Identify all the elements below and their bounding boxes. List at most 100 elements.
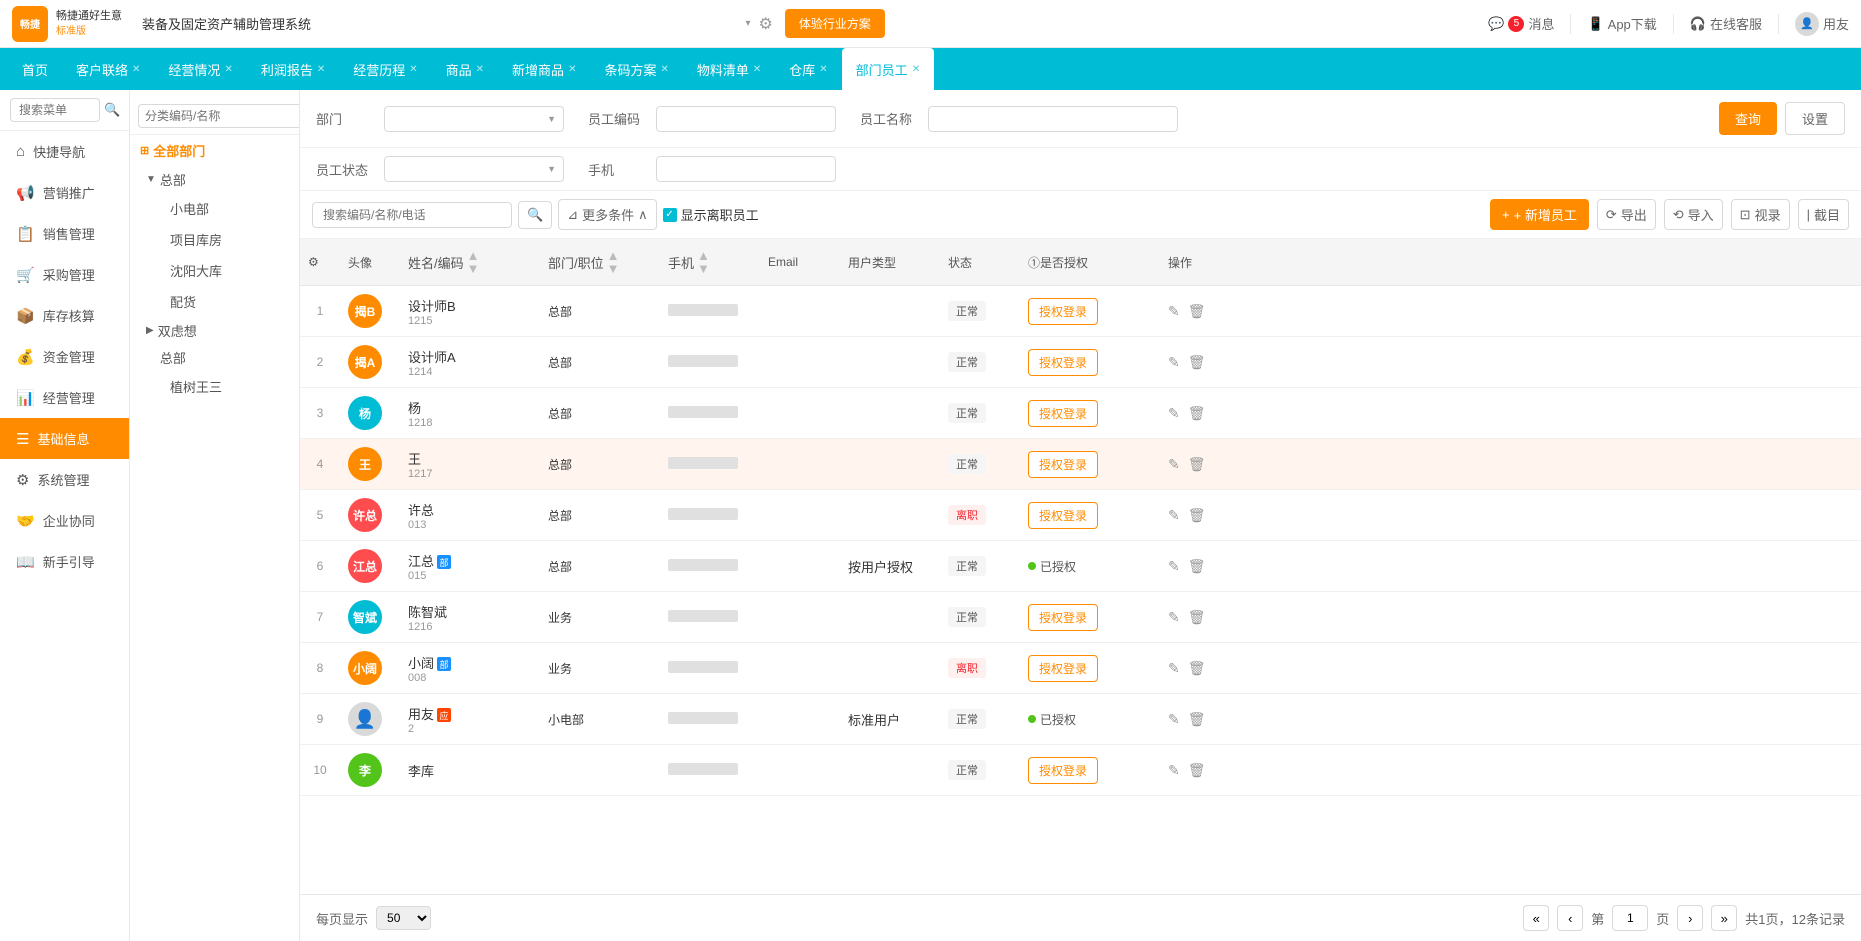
add-employee-btn[interactable]: + + 新增员工 xyxy=(1490,199,1589,230)
export-btn[interactable]: ⟳ 导出 xyxy=(1597,199,1656,230)
edit-btn[interactable]: ✎ xyxy=(1168,558,1180,575)
delete-btn[interactable]: 🗑 xyxy=(1188,354,1206,371)
nav-item-purchase[interactable]: 🛒 采购管理 xyxy=(0,254,129,295)
nav-search-icon[interactable]: 🔍 xyxy=(104,102,120,118)
system-dropdown-arrow[interactable]: ▾ xyxy=(745,18,750,29)
auth-login-btn[interactable]: 授权登录 xyxy=(1028,400,1098,427)
tab-close-addgoods[interactable]: ✕ xyxy=(568,64,576,75)
edit-btn[interactable]: ✎ xyxy=(1168,354,1180,371)
status-filter-select[interactable] xyxy=(384,156,564,182)
page-size-select[interactable]: 50 100 xyxy=(376,906,431,930)
nav-item-basic[interactable]: ☰ 基础信息 xyxy=(0,418,129,459)
search-input[interactable] xyxy=(312,202,512,228)
tab-profit[interactable]: 利润报告 ✕ xyxy=(247,48,339,90)
page-next-btn[interactable]: › xyxy=(1677,905,1703,931)
online-service-btn[interactable]: 🎧 在线客服 xyxy=(1690,14,1762,33)
auth-login-btn[interactable]: 授权登录 xyxy=(1028,502,1098,529)
auth-login-btn[interactable]: 授权登录 xyxy=(1028,451,1098,478)
nav-item-system[interactable]: ⚙ 系统管理 xyxy=(0,459,129,500)
nav-item-marketing[interactable]: 📢 营销推广 xyxy=(0,172,129,213)
delete-btn[interactable]: 🗑 xyxy=(1188,303,1206,320)
th-phone[interactable]: 手机 ▲▼ xyxy=(660,239,760,286)
app-download-btn[interactable]: 📱 App下载 xyxy=(1587,14,1656,33)
set-button[interactable]: 设置 xyxy=(1785,102,1845,135)
nav-item-operation[interactable]: 📊 经营管理 xyxy=(0,377,129,418)
dept-item-xiangmu[interactable]: 项目库房 xyxy=(154,224,299,255)
dept-item-peihuo[interactable]: 配货 xyxy=(154,286,299,317)
view-btn[interactable]: ⊡ 视录 xyxy=(1731,199,1790,230)
edit-btn[interactable]: ✎ xyxy=(1168,303,1180,320)
tab-close-operation[interactable]: ✕ xyxy=(224,64,232,75)
tab-customer[interactable]: 客户联络 ✕ xyxy=(62,48,154,90)
edit-btn[interactable]: ✎ xyxy=(1168,507,1180,524)
phone-input[interactable] xyxy=(656,156,836,182)
tab-barcode[interactable]: 条码方案 ✕ xyxy=(590,48,682,90)
page-prev-btn[interactable]: ‹ xyxy=(1557,905,1583,931)
tab-close-history[interactable]: ✕ xyxy=(409,64,417,75)
tab-close-barcode[interactable]: ✕ xyxy=(660,64,668,75)
tab-bom[interactable]: 物料清单 ✕ xyxy=(683,48,775,90)
empcode-input[interactable] xyxy=(656,106,836,132)
nav-item-inventory[interactable]: 📦 库存核算 xyxy=(0,295,129,336)
tab-employees[interactable]: 部门员工 ✕ xyxy=(842,48,934,90)
edit-btn[interactable]: ✎ xyxy=(1168,711,1180,728)
dept-filter-select[interactable] xyxy=(384,106,564,132)
tab-warehouse[interactable]: 仓库 ✕ xyxy=(775,48,841,90)
page-first-btn[interactable]: « xyxy=(1523,905,1549,931)
gear-icon[interactable]: ⚙ xyxy=(758,14,772,34)
delete-btn[interactable]: 🗑 xyxy=(1188,762,1206,779)
auth-login-btn[interactable]: 授权登录 xyxy=(1028,298,1098,325)
auth-login-btn[interactable]: 授权登录 xyxy=(1028,655,1098,682)
tab-close-bom[interactable]: ✕ xyxy=(753,64,761,75)
nav-item-sales[interactable]: 📋 销售管理 xyxy=(0,213,129,254)
edit-btn[interactable]: ✎ xyxy=(1168,762,1180,779)
dept-group-zongbu[interactable]: ▼ 总部 xyxy=(138,344,299,371)
tab-operation[interactable]: 经营情况 ✕ xyxy=(154,48,246,90)
delete-btn[interactable]: 🗑 xyxy=(1188,558,1206,575)
user-btn[interactable]: 👤 用友 xyxy=(1795,12,1849,36)
page-number-input[interactable] xyxy=(1612,905,1648,931)
edit-btn[interactable]: ✎ xyxy=(1168,405,1180,422)
import-btn[interactable]: ⟲ 导入 xyxy=(1664,199,1723,230)
tab-close-employees[interactable]: ✕ xyxy=(912,64,920,75)
delete-btn[interactable]: 🗑 xyxy=(1188,660,1206,677)
auth-login-btn[interactable]: 授权登录 xyxy=(1028,349,1098,376)
auth-login-btn[interactable]: 授权登录 xyxy=(1028,757,1098,784)
delete-btn[interactable]: 🗑 xyxy=(1188,711,1206,728)
empname-input[interactable] xyxy=(928,106,1178,132)
tab-history[interactable]: 经营历程 ✕ xyxy=(339,48,431,90)
edit-btn[interactable]: ✎ xyxy=(1168,456,1180,473)
dept-item-shenyang[interactable]: 沈阳大库 xyxy=(154,255,299,286)
dept-all[interactable]: ⊞ 全部部门 xyxy=(130,135,299,166)
search-button[interactable]: 🔍 xyxy=(518,201,552,229)
auth-login-btn[interactable]: 授权登录 xyxy=(1028,604,1098,631)
more-btn[interactable]: | 截目 xyxy=(1798,199,1849,230)
tab-close-goods[interactable]: ✕ xyxy=(476,64,484,75)
nav-item-guide[interactable]: 📖 新手引导 xyxy=(0,541,129,582)
dept-group-head[interactable]: ▼ 总部 xyxy=(138,166,299,193)
th-dept[interactable]: 部门/职位 ▲▼ xyxy=(540,239,660,286)
edit-btn[interactable]: ✎ xyxy=(1168,609,1180,626)
page-last-btn[interactable]: » xyxy=(1711,905,1737,931)
message-btn[interactable]: 💬 5 消息 xyxy=(1488,14,1554,33)
show-resigned-checkbox[interactable]: ✓ xyxy=(663,208,677,222)
delete-btn[interactable]: 🗑 xyxy=(1188,456,1206,473)
nav-item-quicknav[interactable]: ⌂ 快捷导航 xyxy=(0,131,129,172)
delete-btn[interactable]: 🗑 xyxy=(1188,507,1206,524)
tab-home[interactable]: 首页 xyxy=(8,48,62,90)
dept-item-zhishu[interactable]: 植树王三 xyxy=(154,371,299,402)
th-name[interactable]: 姓名/编码 ▲▼ xyxy=(400,239,540,286)
more-conditions-btn[interactable]: ⊿ 更多条件 ∧ xyxy=(558,199,656,230)
delete-btn[interactable]: 🗑 xyxy=(1188,405,1206,422)
edit-btn[interactable]: ✎ xyxy=(1168,660,1180,677)
trial-btn[interactable]: 体验行业方案 xyxy=(785,9,885,38)
show-resigned-toggle[interactable]: ✓ 显示离职员工 xyxy=(663,205,759,224)
delete-btn[interactable]: 🗑 xyxy=(1188,609,1206,626)
nav-item-finance[interactable]: 💰 资金管理 xyxy=(0,336,129,377)
tab-addgoods[interactable]: 新增商品 ✕ xyxy=(498,48,590,90)
tab-close-warehouse[interactable]: ✕ xyxy=(819,64,827,75)
tab-goods[interactable]: 商品 ✕ xyxy=(432,48,498,90)
query-button[interactable]: 查询 xyxy=(1719,102,1777,135)
nav-item-collab[interactable]: 🤝 企业协同 xyxy=(0,500,129,541)
nav-search-input[interactable] xyxy=(10,98,100,122)
